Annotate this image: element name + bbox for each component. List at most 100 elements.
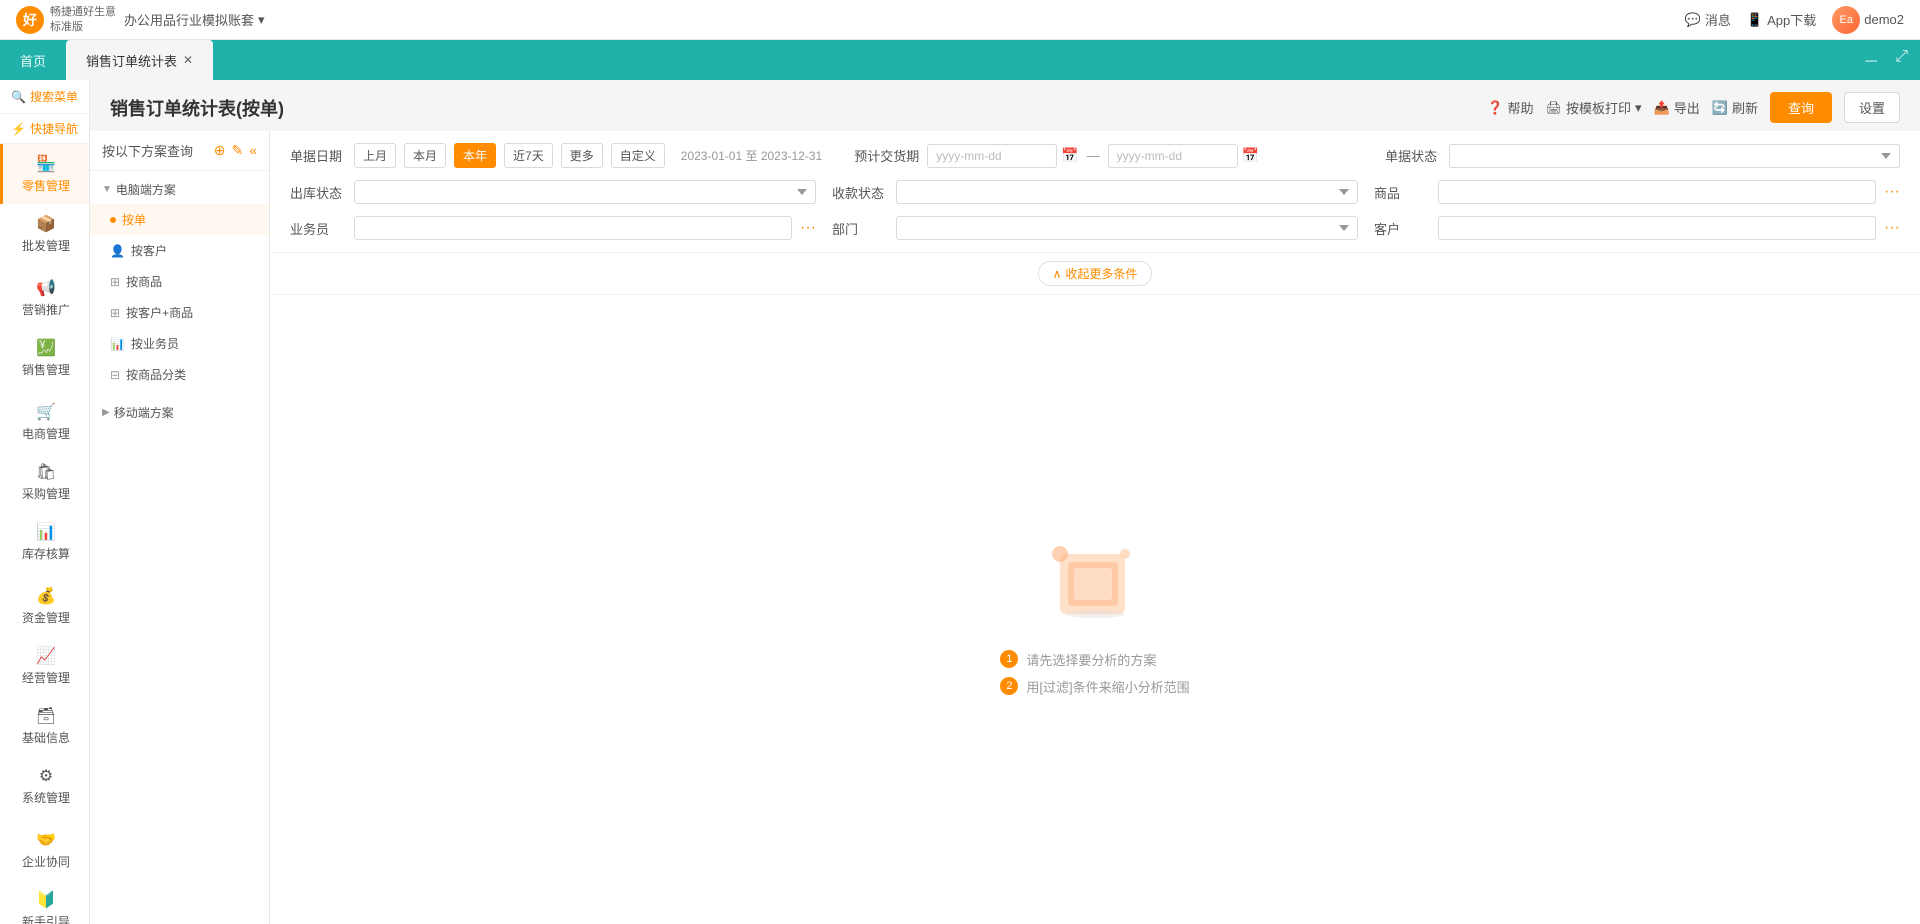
basics-icon: 🗃 [36, 706, 56, 726]
retail-icon: 🏪 [36, 154, 56, 174]
scheme-item-by-customer[interactable]: 👤 按客户 [90, 235, 269, 266]
tab-close-icon[interactable]: ✕ [183, 53, 193, 67]
scheme-item-by-product[interactable]: ⊞ 按商品 [90, 266, 269, 297]
chevron-down-icon: ▼ [102, 184, 112, 195]
chevron-up-icon: ∧ [1053, 267, 1062, 281]
inventory-icon: 📊 [36, 522, 56, 542]
payment-status-select[interactable] [896, 180, 1358, 204]
expected-date-to[interactable] [1108, 144, 1238, 168]
tab-expand-area: － ⤢ [1859, 44, 1912, 76]
sidebar-item-enterprise[interactable]: 🤝 企业协同 [0, 820, 89, 880]
sidebar-item-basics[interactable]: 🗃 基础信息 [0, 696, 89, 756]
date-btn-more[interactable]: 更多 [561, 143, 603, 168]
edit-scheme-icon[interactable]: ✎ [231, 142, 243, 159]
sidebar-search[interactable]: 🔍 帮助 搜索菜单 [0, 80, 89, 114]
left-panel-title: 按以下方案查询 [102, 141, 193, 160]
order-status-select[interactable] [1449, 144, 1900, 168]
scheme-group-pc-header[interactable]: ▼ 电脑端方案 [90, 175, 269, 204]
sidebar-item-operations[interactable]: 📈 经营管理 [0, 636, 89, 696]
export-btn[interactable]: 📤 导出 [1654, 98, 1700, 117]
filter-row-2: 出库状态 收款状态 商品 [290, 180, 1900, 204]
query-btn[interactable]: 查询 [1770, 92, 1832, 123]
date-btn-last-month[interactable]: 上月 [354, 143, 396, 168]
sidebar-nav-shortcut[interactable]: ⚡ 快捷导航 [0, 114, 89, 144]
salesperson-more-icon[interactable]: ··· [800, 219, 816, 237]
collapse-panel-icon[interactable]: « [249, 142, 257, 159]
department-select[interactable] [896, 216, 1358, 240]
tab-home[interactable]: 首页 [0, 40, 66, 80]
sidebar-item-ecommerce[interactable]: 🛒 电商管理 [0, 392, 89, 452]
hint-num-2: 2 [1000, 677, 1018, 695]
settings-btn[interactable]: 设置 [1844, 92, 1900, 123]
scheme-item-by-salesperson[interactable]: 📊 按业务员 [90, 328, 269, 359]
date-btn-this-year[interactable]: 本年 [454, 143, 496, 168]
tab-sales-order-stats[interactable]: 销售订单统计表 ✕ [66, 40, 213, 80]
expected-date-group: 预计交货期 📅 — 📅 [854, 144, 1369, 168]
customer-more-icon[interactable]: ··· [1884, 219, 1900, 237]
salesperson-label: 业务员 [290, 219, 346, 238]
sidebar-item-system[interactable]: ⚙ 系统管理 [0, 756, 89, 816]
calendar-from-icon[interactable]: 📅 [1061, 147, 1078, 164]
search-icon: 🔍 [11, 90, 26, 104]
grid-icon: ⚡ [11, 122, 26, 136]
sidebar-item-retail[interactable]: 🏪 零售管理 [0, 144, 89, 204]
company-selector[interactable]: 办公用品行业模拟账套 ▾ [124, 10, 265, 29]
ship-status-select[interactable] [354, 180, 816, 204]
expected-date-from[interactable] [927, 144, 1057, 168]
app-download-btn[interactable]: 📱 App下载 [1747, 10, 1816, 29]
scheme-item-by-product-category[interactable]: ⊟ 按商品分类 [90, 359, 269, 390]
add-scheme-icon[interactable]: ⊕ [214, 142, 226, 159]
chevron-down-icon: ▾ [258, 12, 265, 28]
collapse-btn-area[interactable]: ∧ 收起更多条件 [270, 253, 1920, 295]
help-btn[interactable]: ❓ 帮助 [1487, 98, 1533, 117]
sidebar-item-sales[interactable]: 💹 销售管理 [0, 328, 89, 388]
product-input[interactable] [1438, 180, 1876, 204]
scheme-item-by-order[interactable]: 按单 [90, 204, 269, 235]
left-panel-actions: ⊕ ✎ « [214, 142, 257, 159]
marketing-icon: 📢 [36, 278, 56, 298]
empty-hints: 1 请先选择要分析的方案 2 用[过滤]条件来缩小分析范围 [1000, 650, 1189, 696]
left-panel-header: 按以下方案查询 ⊕ ✎ « [90, 131, 269, 171]
empty-illustration [1040, 524, 1150, 634]
product-more-icon[interactable]: ··· [1884, 183, 1900, 201]
logo-icon: 好 [16, 6, 44, 34]
print-icon: 🖨 [1546, 100, 1563, 116]
date-btn-this-month[interactable]: 本月 [404, 143, 446, 168]
page-actions: ❓ 帮助 🖨 按模板打印 ▾ 📤 导出 🔄 刷新 查询 设置 [1487, 92, 1900, 123]
ecommerce-icon: 🛒 [36, 402, 56, 422]
system-icon: ⚙ [39, 766, 53, 786]
customer-input[interactable] [1438, 216, 1876, 240]
scheme-group-mobile-header[interactable]: ▶ 移动端方案 [90, 398, 269, 427]
minimize-icon[interactable]: － [1859, 44, 1883, 76]
refresh-btn[interactable]: 🔄 刷新 [1712, 98, 1758, 117]
sidebar-item-inventory[interactable]: 📊 库存核算 [0, 512, 89, 572]
date-dash: — [1087, 148, 1100, 163]
sidebar-item-wholesale[interactable]: 📦 批发管理 [0, 204, 89, 264]
department-label: 部门 [832, 219, 888, 238]
date-btn-custom[interactable]: 自定义 [611, 143, 665, 168]
export-icon: 📤 [1654, 100, 1670, 116]
date-btn-last-7-days[interactable]: 近7天 [504, 143, 553, 168]
maximize-icon[interactable]: ⤢ [1891, 44, 1912, 76]
active-dot [110, 217, 116, 223]
purchase-icon: 🛍 [36, 462, 56, 482]
sidebar-item-finance[interactable]: 💰 资金管理 [0, 576, 89, 636]
collapse-btn[interactable]: ∧ 收起更多条件 [1038, 261, 1153, 286]
ship-status-label: 出库状态 [290, 183, 346, 202]
scheme-item-by-customer-product[interactable]: ⊞ 按客户+商品 [90, 297, 269, 328]
right-panel: 单据日期 上月 本月 本年 近7天 更多 自定义 2023-01-01 至 20… [270, 131, 1920, 924]
enterprise-icon: 🤝 [36, 830, 56, 850]
message-btn[interactable]: 💬 消息 [1685, 10, 1731, 29]
calendar-to-icon[interactable]: 📅 [1242, 147, 1259, 164]
sidebar-item-purchase[interactable]: 🛍 采购管理 [0, 452, 89, 512]
salesperson-input[interactable] [354, 216, 792, 240]
sidebar-item-newbie[interactable]: 🔰 新手引导 [0, 880, 89, 924]
left-panel: 按以下方案查询 ⊕ ✎ « ▼ 电脑端方案 按单 [90, 131, 270, 924]
sidebar-item-marketing[interactable]: 📢 营销推广 [0, 268, 89, 328]
template-print-btn[interactable]: 🖨 按模板打印 ▾ [1546, 98, 1642, 117]
hint-num-1: 1 [1000, 650, 1018, 668]
user-avatar[interactable]: Ea demo2 [1832, 6, 1904, 34]
empty-area: 1 请先选择要分析的方案 2 用[过滤]条件来缩小分析范围 [270, 295, 1920, 924]
ship-status-group: 出库状态 [290, 180, 816, 204]
empty-svg [1040, 524, 1150, 634]
